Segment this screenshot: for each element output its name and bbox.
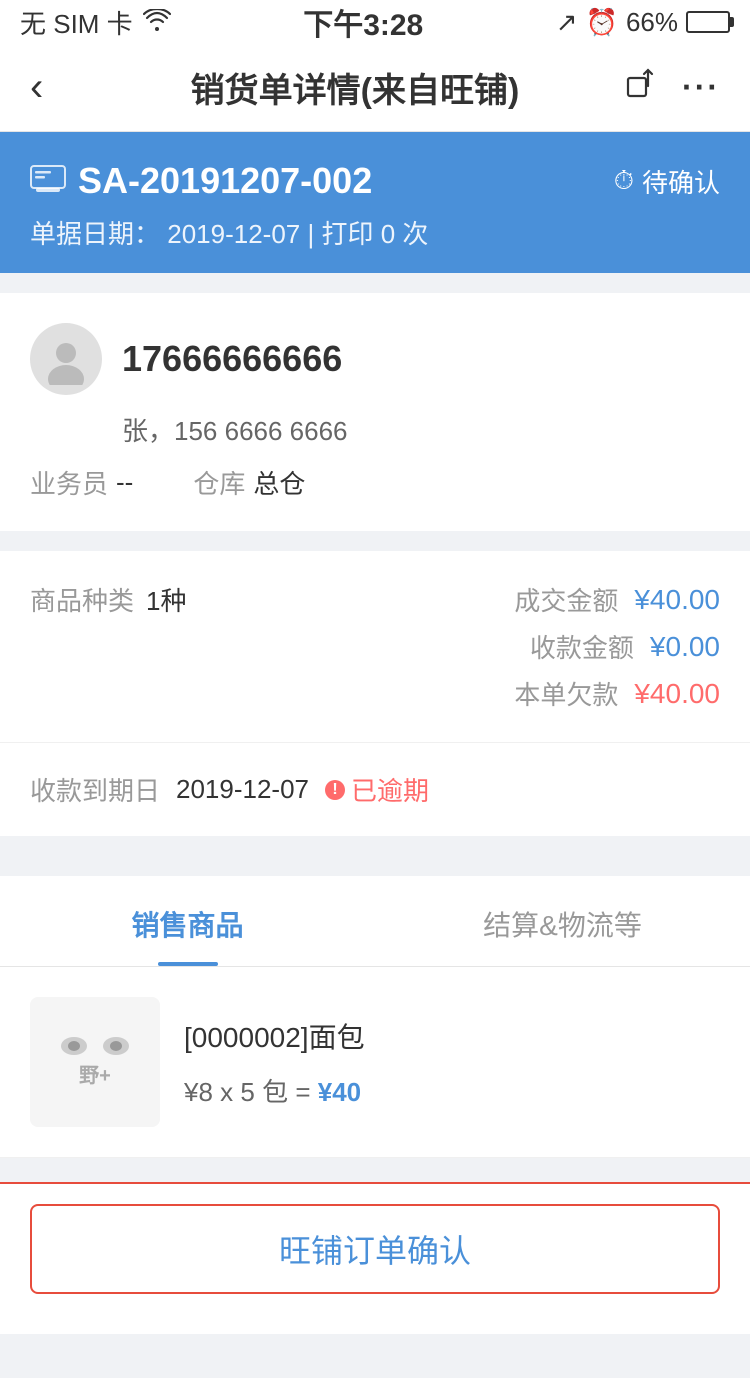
transaction-label: 成交金额 — [514, 581, 618, 618]
due-date-label: 收款到期日 — [30, 771, 160, 808]
product-thumbnail: 野+ — [30, 997, 160, 1127]
product-type-value: 1种 — [146, 581, 186, 618]
order-meta: 单据日期： 2019-12-07 | 打印 0 次 — [30, 214, 720, 251]
status-badge: ⏱ 待确认 — [614, 163, 720, 200]
tabs-container: 销售商品 结算&物流等 — [0, 876, 750, 967]
status-right: ↗ ⏰ 66% — [556, 7, 730, 38]
carrier-text: 无 SIM 卡 — [20, 4, 133, 41]
battery-percent: 66% — [626, 7, 678, 38]
product-total: ¥40 — [318, 1077, 361, 1107]
product-unit: 包 — [262, 1077, 288, 1107]
owl-label: 野+ — [79, 1059, 111, 1088]
order-header-card: SA-20191207-002 ⏱ 待确认 单据日期： 2019-12-07 |… — [0, 132, 750, 273]
salesperson-label: 业务员 — [30, 464, 108, 501]
status-left: 无 SIM 卡 — [20, 4, 171, 41]
product-name: [0000002]面包 — [184, 1016, 720, 1056]
battery-icon — [686, 11, 730, 33]
summary-card: 商品种类 1种 成交金额 ¥40.00 收款金额 ¥0.00 本单欠款 ¥40.… — [0, 551, 750, 742]
customer-card: 17666666666 张，156 6666 6666 业务员 -- 仓库 总仓 — [0, 293, 750, 531]
product-unit-price: ¥8 — [184, 1077, 213, 1107]
warehouse-value: 总仓 — [253, 464, 305, 501]
order-id: SA-20191207-002 — [30, 160, 372, 202]
overdue-icon: ! — [325, 780, 345, 800]
product-list: 野+ [0000002]面包 ¥8 x 5 包 = ¥40 — [0, 967, 750, 1158]
due-date-value: 2019-12-07 — [176, 774, 309, 805]
location-icon: ↗ — [556, 7, 578, 38]
owl-eyes — [61, 1037, 129, 1055]
order-id-text: SA-20191207-002 — [78, 160, 372, 202]
overdue-badge: ! 已逾期 — [325, 771, 429, 808]
status-bar: 无 SIM 卡 下午3:28 ↗ ⏰ 66% — [0, 0, 750, 44]
received-label: 收款金额 — [530, 628, 634, 665]
page-title: 销货单详情(来自旺铺) — [90, 63, 620, 112]
customer-phone: 17666666666 — [122, 338, 342, 380]
product-info: [0000002]面包 ¥8 x 5 包 = ¥40 — [184, 1016, 720, 1109]
product-qty: 5 — [240, 1077, 254, 1107]
overdue-text: 已逾期 — [351, 771, 429, 808]
salesperson-value: -- — [116, 467, 133, 498]
due-date-row: 收款到期日 2019-12-07 ! 已逾期 — [0, 742, 750, 836]
warehouse-label: 仓库 — [193, 464, 245, 501]
confirm-order-button[interactable]: 旺铺订单确认 — [30, 1204, 720, 1294]
table-row: 野+ [0000002]面包 ¥8 x 5 包 = ¥40 — [0, 967, 750, 1158]
order-icon — [30, 160, 66, 202]
nav-bar: ‹ 销货单详情(来自旺铺) ··· — [0, 44, 750, 132]
status-clock-icon: ⏱ — [614, 165, 634, 197]
received-value: ¥0.00 — [650, 631, 720, 663]
status-text: 待确认 — [642, 163, 720, 200]
owed-label: 本单欠款 — [514, 675, 618, 712]
product-equals: = — [295, 1077, 317, 1107]
product-type-label: 商品种类 — [30, 581, 134, 618]
owl-right-eye — [103, 1037, 129, 1055]
back-button[interactable]: ‹ — [30, 65, 90, 110]
confirm-btn-wrapper: 旺铺订单确认 — [0, 1182, 750, 1334]
product-multiply: x — [220, 1077, 240, 1107]
tab-sales-product[interactable]: 销售商品 — [0, 876, 375, 966]
transaction-value: ¥40.00 — [634, 584, 720, 616]
status-time: 下午3:28 — [303, 0, 423, 44]
avatar — [30, 323, 102, 395]
wifi-icon — [143, 7, 171, 38]
tab-settlement[interactable]: 结算&物流等 — [375, 876, 750, 966]
owl-left-eye — [61, 1037, 87, 1055]
nav-actions: ··· — [620, 68, 720, 107]
section-divider-2 — [0, 836, 750, 856]
tab-underline — [158, 962, 218, 966]
alarm-icon: ⏰ — [586, 7, 618, 38]
share-icon[interactable] — [626, 68, 658, 107]
more-icon[interactable]: ··· — [682, 69, 720, 106]
section-divider-1 — [0, 531, 750, 551]
owed-value: ¥40.00 — [634, 678, 720, 710]
customer-details: 业务员 -- 仓库 总仓 — [30, 464, 720, 501]
customer-name: 张，156 6666 6666 — [30, 411, 720, 448]
product-price-row: ¥8 x 5 包 = ¥40 — [184, 1072, 720, 1109]
